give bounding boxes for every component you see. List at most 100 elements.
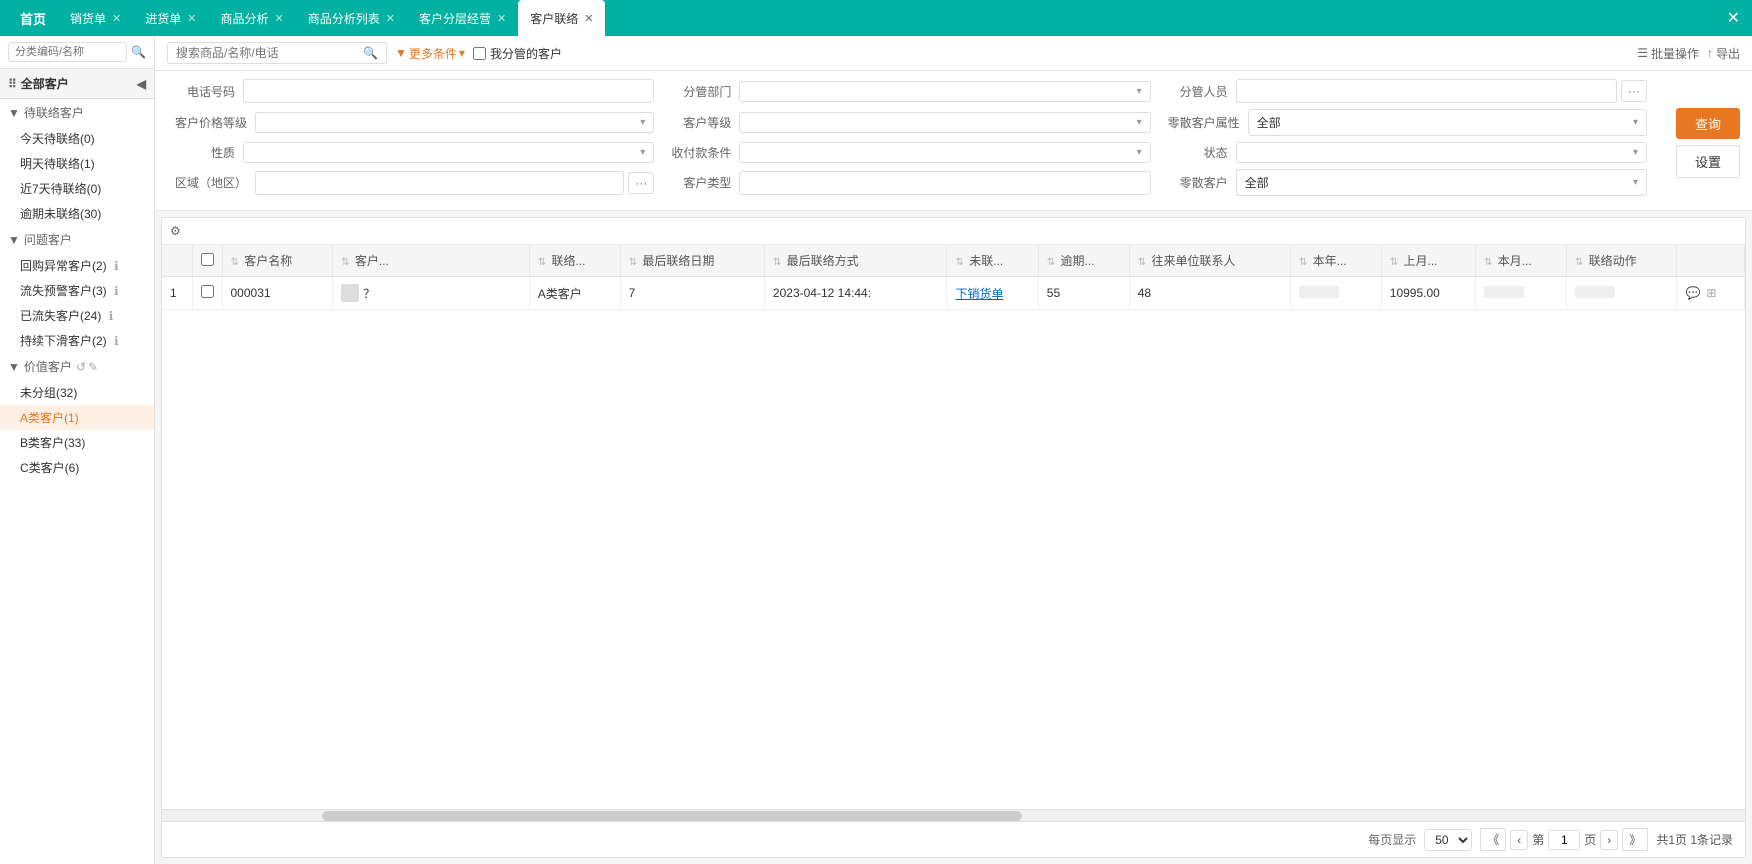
scatter-customer-chevron-icon: ▾ [1633,177,1638,188]
row-checkbox[interactable] [201,285,214,298]
sidebar-collapse-icon[interactable]: ◀ [137,77,146,91]
price-grade-label: 客户价格等级 [175,114,247,131]
sidebar-item-tomorrow[interactable]: 明天待联络(1) [0,151,154,176]
scatter-customer-select[interactable]: 全部 ▾ [1236,169,1647,196]
page-number-input[interactable] [1548,830,1580,850]
sidebar-item-b-class[interactable]: B类客户(33) [0,430,154,455]
setting-button[interactable]: 设置 [1676,145,1740,178]
sidebar-search-container: 🔍 [0,36,154,69]
close-analysis-icon[interactable]: ✕ [275,12,284,25]
sidebar-item-churn-warning[interactable]: 流失预警客户(3) ℹ [0,278,154,303]
batch-op-button[interactable]: ☰ 批量操作 [1637,45,1699,62]
th-checkbox [192,245,222,277]
close-purchase-icon[interactable]: ✕ [187,12,196,25]
region-dots-btn[interactable]: ··· [628,172,654,194]
chat-action-icon[interactable]: 💬 [1685,286,1700,300]
filter-row-2: 客户价格等级 ▾ 客户等级 ▾ [167,109,1656,136]
search-icon[interactable]: 🔍 [363,46,378,60]
scatter-attr-chevron-icon: ▾ [1633,117,1638,128]
my-customers-filter: 我分管的客户 [473,45,562,62]
person-input[interactable] [1236,79,1617,103]
status-select[interactable]: ▾ [1236,142,1647,163]
table-settings-icon[interactable]: ⚙ [170,224,181,238]
scatter-attr-select[interactable]: 全部 ▾ [1248,109,1647,136]
select-all-checkbox[interactable] [201,253,214,266]
per-page-label: 每页显示 [1368,831,1416,848]
nav-tab-analysis-list[interactable]: 商品分析列表 ✕ [296,0,407,36]
close-customer-contact-icon[interactable]: ✕ [584,12,593,25]
sidebar-item-c-class[interactable]: C类客户(6) [0,455,154,480]
sidebar-item-a-class[interactable]: A类客户(1) [0,405,154,430]
person-label: 分管人员 [1168,83,1228,100]
nav-tab-analysis[interactable]: 商品分析 ✕ [208,0,295,36]
nav-tab-customer-tier[interactable]: 客户分层经营 ✕ [407,0,518,36]
sidebar-item-declining[interactable]: 持续下滑客户(2) ℹ [0,328,154,353]
close-analysis-list-icon[interactable]: ✕ [386,12,395,25]
search-input[interactable] [176,46,359,60]
th-contact-count: ⇅ 最后联络日期 [620,245,764,277]
filter-status: 状态 ▾ [1160,142,1656,163]
prev-page-btn[interactable]: ‹ [1510,830,1528,850]
more-conditions-button[interactable]: ▼ 更多条件 ▾ [395,45,465,62]
phone-input[interactable] [243,79,654,103]
horizontal-scrollbar[interactable] [162,809,1745,821]
sidebar-search-input[interactable] [8,42,127,62]
customer-grade-select[interactable]: ▾ [739,112,1150,133]
query-button[interactable]: 查询 [1676,108,1740,139]
chevron-down-icon: ▾ [459,46,465,60]
sidebar-group-pending[interactable]: ▼ 待联络客户 [0,99,154,126]
nav-tab-purchase[interactable]: 进货单 ✕ [133,0,208,36]
th-this-year: ⇅ 上月... [1381,245,1475,277]
scrollbar-thumb[interactable] [322,811,1022,821]
export-button[interactable]: ↑ 导出 [1707,45,1740,62]
top-nav: 首页 销货单 ✕ 进货单 ✕ 商品分析 ✕ 商品分析列表 ✕ 客户分层经营 ✕ … [0,0,1752,36]
status-label: 状态 [1168,144,1228,161]
sidebar-group-problem[interactable]: ▼ 问题客户 [0,226,154,253]
price-grade-select[interactable]: ▾ [255,112,654,133]
payment-label: 收付款条件 [671,144,731,161]
customer-type-input[interactable] [739,171,1150,195]
th-no-contact: ⇅ 逾期... [1038,245,1129,277]
nav-tab-home[interactable]: 首页 [8,0,58,36]
person-dots-btn[interactable]: ··· [1621,80,1647,102]
group-arrow-pending: ▼ [8,106,20,120]
region-input[interactable] [255,171,624,195]
close-all-icon[interactable]: ✕ [1727,8,1740,28]
payment-select[interactable]: ▾ [739,142,1150,163]
region-label: 区域（地区） [175,174,247,191]
sidebar-group-value[interactable]: ▼ 价值客户 ↺ ✎ [0,353,154,380]
cell-action: 💬 ⊞ [1677,277,1745,310]
sidebar-item-7days[interactable]: 近7天待联络(0) [0,176,154,201]
nature-select[interactable]: ▾ [243,142,654,163]
nav-tab-customer-contact[interactable]: 客户联络 ✕ [518,0,605,36]
info-icon-2: ℹ [114,284,119,298]
sidebar-item-ungroup[interactable]: 未分组(32) [0,380,154,405]
cell-last-method[interactable]: 下销货单 [947,277,1038,310]
close-customer-tier-icon[interactable]: ✕ [497,12,506,25]
group-arrow-problem: ▼ [8,233,20,247]
last-page-btn[interactable]: 》 [1622,828,1648,851]
sidebar-item-today[interactable]: 今天待联络(0) [0,126,154,151]
main-layout: 🔍 ⠿ 全部客户 ◀ ▼ 待联络客户 今天待联络(0) 明天待联络(1) 近7天… [0,36,1752,864]
dept-select[interactable]: ▾ [739,81,1150,102]
my-customers-checkbox[interactable] [473,47,486,60]
sidebar-item-repurchase-abnormal[interactable]: 回购异常客户(2) ℹ [0,253,154,278]
sidebar-item-overdue[interactable]: 逾期未联络(30) [0,201,154,226]
filter-scatter-attr: 零散客户属性 全部 ▾ [1160,109,1656,136]
customer-grade-chevron-icon: ▾ [1137,117,1142,128]
edit-value-icon[interactable]: ✎ [88,360,98,374]
nav-tab-sales[interactable]: 销货单 ✕ [58,0,133,36]
sidebar-search-icon[interactable]: 🔍 [131,45,146,59]
close-sales-icon[interactable]: ✕ [112,12,121,25]
sidebar-item-churned[interactable]: 已流失客户(24) ℹ [0,303,154,328]
grid-action-icon[interactable]: ⊞ [1706,286,1716,300]
filter-person: 分管人员 ··· [1160,79,1656,103]
refresh-icon[interactable]: ↺ [76,360,86,374]
search-box: 🔍 [167,42,387,64]
cell-this-year: 10995.00 [1381,277,1475,310]
per-page-select[interactable]: 50 [1424,829,1472,851]
sidebar: 🔍 ⠿ 全部客户 ◀ ▼ 待联络客户 今天待联络(0) 明天待联络(1) 近7天… [0,36,155,864]
sort-icon-this-month: ⇅ [1575,257,1583,268]
next-page-btn[interactable]: › [1600,830,1618,850]
first-page-btn[interactable]: 《 [1480,828,1506,851]
